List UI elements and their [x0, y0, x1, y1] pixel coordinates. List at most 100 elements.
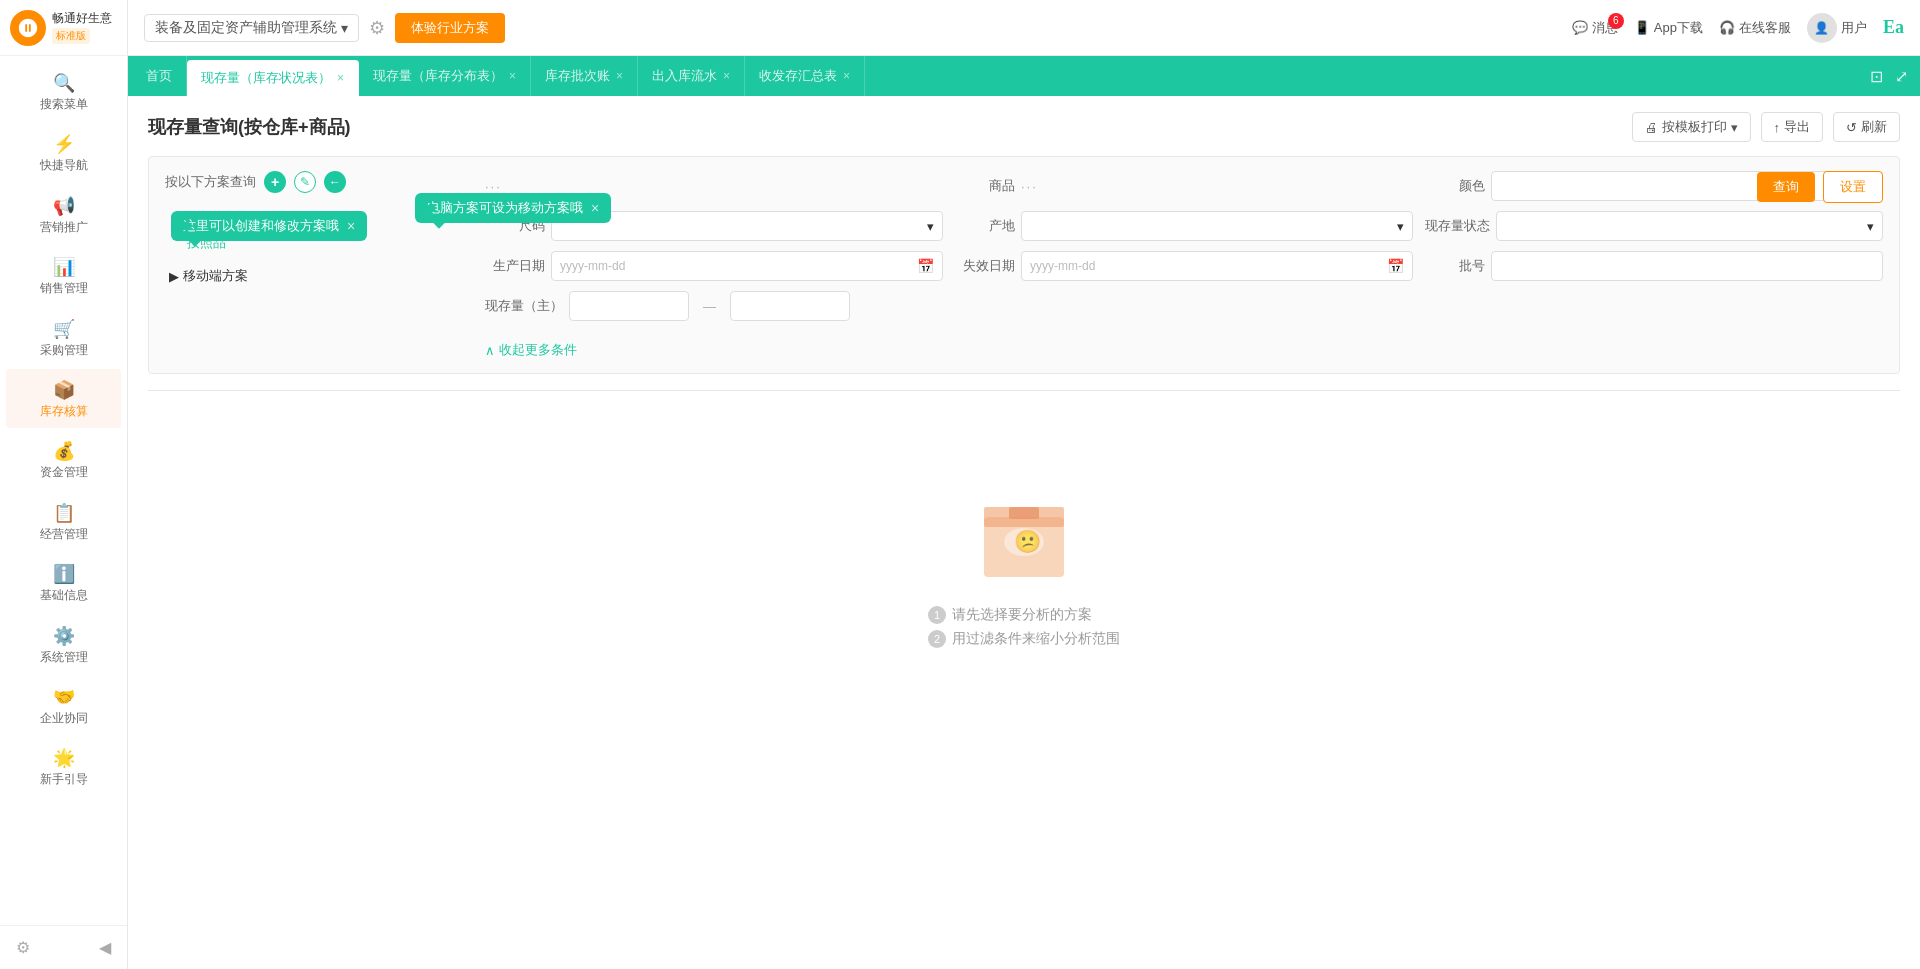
ea-text: Ea — [1883, 17, 1904, 38]
sidebar-item-inventory[interactable]: 📦 库存核算 — [6, 369, 121, 428]
sidebar-item-label: 库存核算 — [40, 404, 88, 418]
sidebar-item-info[interactable]: ℹ️ 基础信息 — [6, 553, 121, 612]
app-download-label: App下载 — [1654, 19, 1703, 37]
sidebar-item-search[interactable]: 🔍 搜索菜单 — [6, 62, 121, 121]
logo-text-block: 畅通好生意 标准版 — [52, 11, 112, 45]
trial-button[interactable]: 体验行业方案 — [395, 13, 505, 43]
sidebar-item-purchase[interactable]: 🛒 采购管理 — [6, 308, 121, 367]
expiry-date-placeholder: yyyy-mm-dd — [1030, 259, 1095, 273]
tab-summary[interactable]: 收发存汇总表 × — [745, 56, 865, 96]
tabbar-actions: ⊡ ⤢ — [1866, 56, 1916, 96]
system-selector[interactable]: 装备及固定资产辅助管理系统 ▾ — [144, 14, 359, 42]
add-scheme-button[interactable]: + — [264, 171, 286, 193]
stock-main-max[interactable] — [730, 291, 850, 321]
tab-stock-status-close[interactable]: × — [337, 71, 344, 85]
tab-flow-close[interactable]: × — [723, 69, 730, 83]
message-button[interactable]: 💬 消息 6 — [1572, 19, 1618, 37]
settings-icon[interactable]: ⚙ — [369, 17, 385, 39]
header-right: 💬 消息 6 📱 App下载 🎧 在线客服 👤 用户 Ea — [1572, 13, 1904, 43]
filter-label: 按以下方案查询 — [165, 173, 256, 191]
sidebar-item-label: 资金管理 — [40, 465, 88, 479]
back-scheme-button[interactable]: ← — [324, 171, 346, 193]
page-title: 现存量查询(按仓库+商品) — [148, 115, 351, 139]
refresh-button[interactable]: ↺ 刷新 — [1833, 112, 1900, 142]
sidebar-item-finance[interactable]: 💰 资金管理 — [6, 430, 121, 489]
svg-text:😕: 😕 — [1014, 528, 1042, 555]
stock-status-label: 现存量状态 — [1425, 217, 1490, 235]
finance-icon: 💰 — [53, 440, 75, 462]
filter-bar: 按以下方案查询 + ✎ ← — [165, 171, 465, 193]
collapse-icon[interactable]: ◀ — [99, 938, 111, 957]
tab-stock-status-label: 现存量（库存状况表） — [201, 69, 331, 87]
sidebar-item-guide[interactable]: 🌟 新手引导 — [6, 737, 121, 796]
tab-flow-label: 出入库流水 — [652, 67, 717, 85]
sidebar-item-navigation[interactable]: ⚡ 快捷导航 — [6, 123, 121, 182]
tab-batch-account-close[interactable]: × — [616, 69, 623, 83]
tab-stock-distribution-close[interactable]: × — [509, 69, 516, 83]
filter-field-stock-main: 现存量（主） — — [485, 291, 1883, 321]
app-download-button[interactable]: 📱 App下载 — [1634, 19, 1703, 37]
navigation-icon: ⚡ — [53, 133, 75, 155]
export-button[interactable]: ↑ 导出 — [1761, 112, 1824, 142]
cooperation-icon: 🤝 — [53, 686, 75, 708]
scheme-group-mobile-label[interactable]: ▶ 移动端方案 — [169, 263, 465, 289]
production-date-placeholder: yyyy-mm-dd — [560, 259, 625, 273]
print-button[interactable]: 🖨 按模板打印 ▾ — [1632, 112, 1751, 142]
warehouse-dots[interactable]: ··· — [485, 179, 502, 194]
expiry-date-input[interactable]: yyyy-mm-dd 📅 — [1021, 251, 1413, 281]
search-button[interactable]: 查询 — [1757, 172, 1815, 202]
filter-field-stock-status: 现存量状态 ▾ — [1425, 211, 1883, 241]
tooltip-close-1[interactable]: × — [591, 200, 599, 216]
tab-restore-icon[interactable]: ⊡ — [1866, 63, 1887, 90]
batch-input[interactable] — [1491, 251, 1883, 281]
tip-num-2: 2 — [928, 630, 946, 648]
sidebar-item-cooperation[interactable]: 🤝 企业协同 — [6, 676, 121, 735]
filter-row-2: 尺码 ▾ 产地 ▾ — [485, 211, 1883, 241]
sidebar-item-marketing[interactable]: 📢 营销推广 — [6, 185, 121, 244]
filter-fields: ··· 商品 ··· 颜色 ▾ — [465, 171, 1883, 359]
tab-flow[interactable]: 出入库流水 × — [638, 56, 745, 96]
print-icon: 🖨 — [1645, 120, 1658, 135]
header: 装备及固定资产辅助管理系统 ▾ ⚙ 体验行业方案 💬 消息 6 📱 App下载 … — [128, 0, 1920, 56]
online-service-label: 在线客服 — [1739, 19, 1791, 37]
refresh-icon: ↺ — [1846, 120, 1857, 135]
tab-stock-status[interactable]: 现存量（库存状况表） × — [187, 60, 359, 96]
content-area: 现存量查询(按仓库+商品) 🖨 按模板打印 ▾ ↑ 导出 ↺ 刷新 — [128, 96, 1920, 969]
sidebar-item-management[interactable]: 📋 经营管理 — [6, 492, 121, 551]
tab-home[interactable]: 首页 — [132, 56, 187, 96]
chevron-down-icon: ▾ — [341, 20, 348, 36]
stock-main-min[interactable] — [569, 291, 689, 321]
logo-title: 畅通好生意 — [52, 11, 112, 27]
management-icon: 📋 — [53, 502, 75, 524]
settings-bottom-icon[interactable]: ⚙ — [16, 938, 30, 957]
filter-field-batch: 批号 — [1425, 251, 1883, 281]
origin-select[interactable]: ▾ — [1021, 211, 1413, 241]
collapse-conditions-button[interactable]: ∧ 收起更多条件 — [485, 331, 577, 359]
tooltip-text-2: 这里可以创建和修改方案哦 — [183, 217, 339, 235]
goods-label: 商品 — [955, 177, 1015, 195]
edit-scheme-button[interactable]: ✎ — [294, 171, 316, 193]
tab-summary-close[interactable]: × — [843, 69, 850, 83]
empty-tip-2: 2 用过滤条件来缩小分析范围 — [928, 630, 1120, 648]
color-label: 颜色 — [1425, 177, 1485, 195]
page-header: 现存量查询(按仓库+商品) 🖨 按模板打印 ▾ ↑ 导出 ↺ 刷新 — [148, 112, 1900, 142]
user-menu[interactable]: 👤 用户 — [1807, 13, 1867, 43]
sidebar-item-sales[interactable]: 📊 销售管理 — [6, 246, 121, 305]
sidebar-item-label: 基础信息 — [40, 588, 88, 602]
settings-scheme-button[interactable]: 设置 — [1823, 171, 1883, 203]
tab-home-label: 首页 — [146, 67, 172, 85]
export-icon: ↑ — [1774, 120, 1781, 135]
online-service-button[interactable]: 🎧 在线客服 — [1719, 19, 1791, 37]
tooltip-close-2[interactable]: × — [347, 218, 355, 234]
goods-dots[interactable]: ··· — [1021, 179, 1413, 194]
filter-row-4: 现存量（主） — — [485, 291, 1883, 321]
print-label: 按模板打印 — [1662, 118, 1727, 136]
tab-batch-account[interactable]: 库存批次账 × — [531, 56, 638, 96]
tab-stock-distribution[interactable]: 现存量（库存分布表） × — [359, 56, 531, 96]
stock-status-select[interactable]: ▾ — [1496, 211, 1883, 241]
production-date-input[interactable]: yyyy-mm-dd 📅 — [551, 251, 943, 281]
tabbar: 首页 现存量（库存状况表） × 现存量（库存分布表） × 库存批次账 × 出入库… — [128, 56, 1920, 96]
sidebar-item-label: 快捷导航 — [40, 158, 88, 172]
sidebar-item-system[interactable]: ⚙️ 系统管理 — [6, 615, 121, 674]
tab-maximize-icon[interactable]: ⤢ — [1891, 63, 1912, 90]
